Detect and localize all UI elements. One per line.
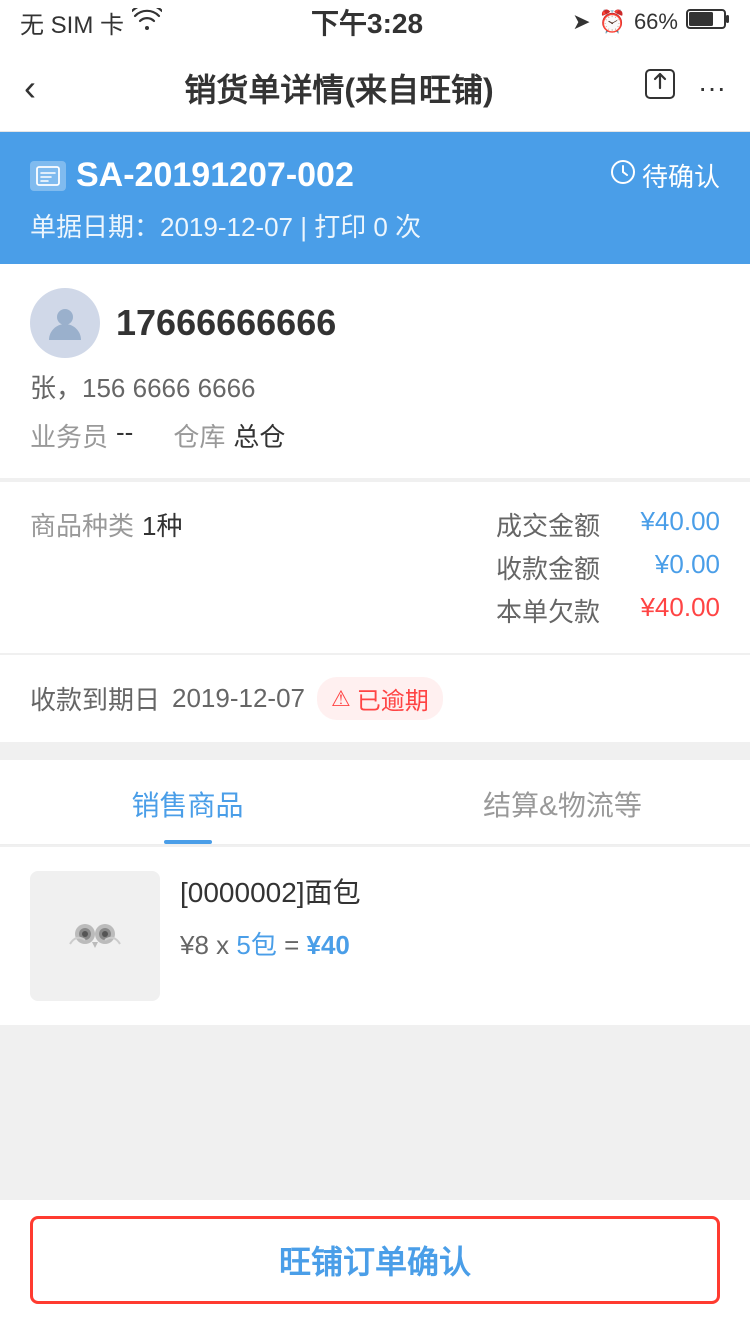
price-equals: = bbox=[277, 930, 307, 960]
duedate-value: 2019-12-07 bbox=[172, 683, 305, 714]
salesperson-label: 业务员 bbox=[30, 417, 108, 454]
price-qty: 5包 bbox=[236, 930, 276, 960]
nav-actions: ··· bbox=[642, 66, 726, 109]
battery-icon bbox=[686, 7, 730, 37]
customer-phone: 17666666666 bbox=[116, 302, 336, 344]
customer-card: 17666666666 张，156 6666 6666 业务员 -- 仓库 总仓 bbox=[0, 264, 750, 478]
order-status: 待确认 bbox=[610, 157, 720, 194]
more-button[interactable]: ··· bbox=[698, 72, 726, 104]
category-count: 1种 bbox=[142, 506, 182, 543]
back-button[interactable]: ‹ bbox=[24, 67, 36, 109]
bottom-bar: 旺铺订单确认 bbox=[0, 1200, 750, 1334]
summary-card: 商品种类 1种 成交金额 ¥40.00 收款金额 ¥0.00 本单欠款 ¥40.… bbox=[0, 482, 750, 653]
confirm-button-label: 旺铺订单确认 bbox=[279, 1237, 471, 1283]
tab-settlement[interactable]: 结算&物流等 bbox=[375, 760, 750, 844]
alarm-icon: ⏰ bbox=[599, 9, 626, 35]
tab-sales-products[interactable]: 销售商品 bbox=[0, 760, 375, 844]
amount-label-2: 本单欠款 bbox=[496, 592, 600, 629]
clock-icon bbox=[610, 159, 636, 192]
product-info: [0000002]面包 ¥8 x 5包 = ¥40 bbox=[180, 871, 720, 1001]
amount-label-1: 收款金额 bbox=[496, 549, 600, 586]
order-id-text: SA-20191207-002 bbox=[76, 156, 354, 195]
status-text: 待确认 bbox=[642, 157, 720, 194]
category-label: 商品种类 bbox=[30, 506, 134, 543]
status-time: 下午3:28 bbox=[311, 2, 423, 42]
price-text: ¥8 x bbox=[180, 930, 236, 960]
tabs-bar: 销售商品 结算&物流等 bbox=[0, 760, 750, 845]
warning-icon: ⚠ bbox=[331, 686, 351, 712]
confirm-button[interactable]: 旺铺订单确认 bbox=[30, 1216, 720, 1304]
duedate-card: 收款到期日 2019-12-07 ⚠ 已逾期 bbox=[0, 655, 750, 742]
nav-bar: ‹ 销货单详情(来自旺铺) ··· bbox=[0, 44, 750, 132]
warehouse-label: 仓库 bbox=[173, 417, 225, 454]
status-left: 无 SIM 卡 bbox=[20, 5, 162, 40]
warehouse-value: 总仓 bbox=[233, 417, 285, 454]
product-name: [0000002]面包 bbox=[180, 871, 720, 911]
tab-sales-products-label: 销售商品 bbox=[131, 790, 243, 821]
tab-settlement-label: 结算&物流等 bbox=[483, 790, 642, 821]
order-id: SA-20191207-002 bbox=[30, 156, 354, 195]
amount-label-0: 成交金额 bbox=[496, 506, 600, 543]
status-right: ➤ ⏰ 66% bbox=[572, 7, 730, 37]
share-button[interactable] bbox=[642, 66, 678, 109]
customer-name: 张，156 6666 6666 bbox=[30, 368, 720, 405]
salesperson-value: -- bbox=[116, 417, 133, 454]
product-card: [0000002]面包 ¥8 x 5包 = ¥40 bbox=[0, 847, 750, 1025]
divider-2 bbox=[0, 744, 750, 760]
status-bar: 无 SIM 卡 下午3:28 ➤ ⏰ 66% bbox=[0, 0, 750, 44]
amount-value-2: ¥40.00 bbox=[620, 592, 720, 629]
wifi-icon bbox=[132, 8, 162, 37]
overdue-badge: ⚠ 已逾期 bbox=[317, 677, 443, 720]
price-total: ¥40 bbox=[306, 930, 349, 960]
product-thumbnail bbox=[30, 871, 160, 1001]
amount-value-0: ¥40.00 bbox=[620, 506, 720, 543]
page-title: 销货单详情(来自旺铺) bbox=[184, 65, 493, 111]
duedate-label: 收款到期日 bbox=[30, 680, 160, 717]
amount-value-1: ¥0.00 bbox=[620, 549, 720, 586]
order-header: SA-20191207-002 待确认 单据日期：2019-12-07 | 打印… bbox=[0, 132, 750, 264]
product-price: ¥8 x 5包 = ¥40 bbox=[180, 925, 720, 962]
location-icon: ➤ bbox=[572, 9, 590, 35]
order-date: 单据日期：2019-12-07 | 打印 0 次 bbox=[30, 207, 720, 244]
no-sim-text: 无 SIM 卡 bbox=[20, 5, 124, 40]
battery-text: 66% bbox=[634, 9, 678, 35]
avatar bbox=[30, 288, 100, 358]
overdue-text: 已逾期 bbox=[357, 681, 429, 716]
customer-meta: 业务员 -- 仓库 总仓 bbox=[30, 417, 720, 454]
order-icon bbox=[30, 161, 66, 191]
amounts-section: 成交金额 ¥40.00 收款金额 ¥0.00 本单欠款 ¥40.00 bbox=[496, 506, 720, 629]
